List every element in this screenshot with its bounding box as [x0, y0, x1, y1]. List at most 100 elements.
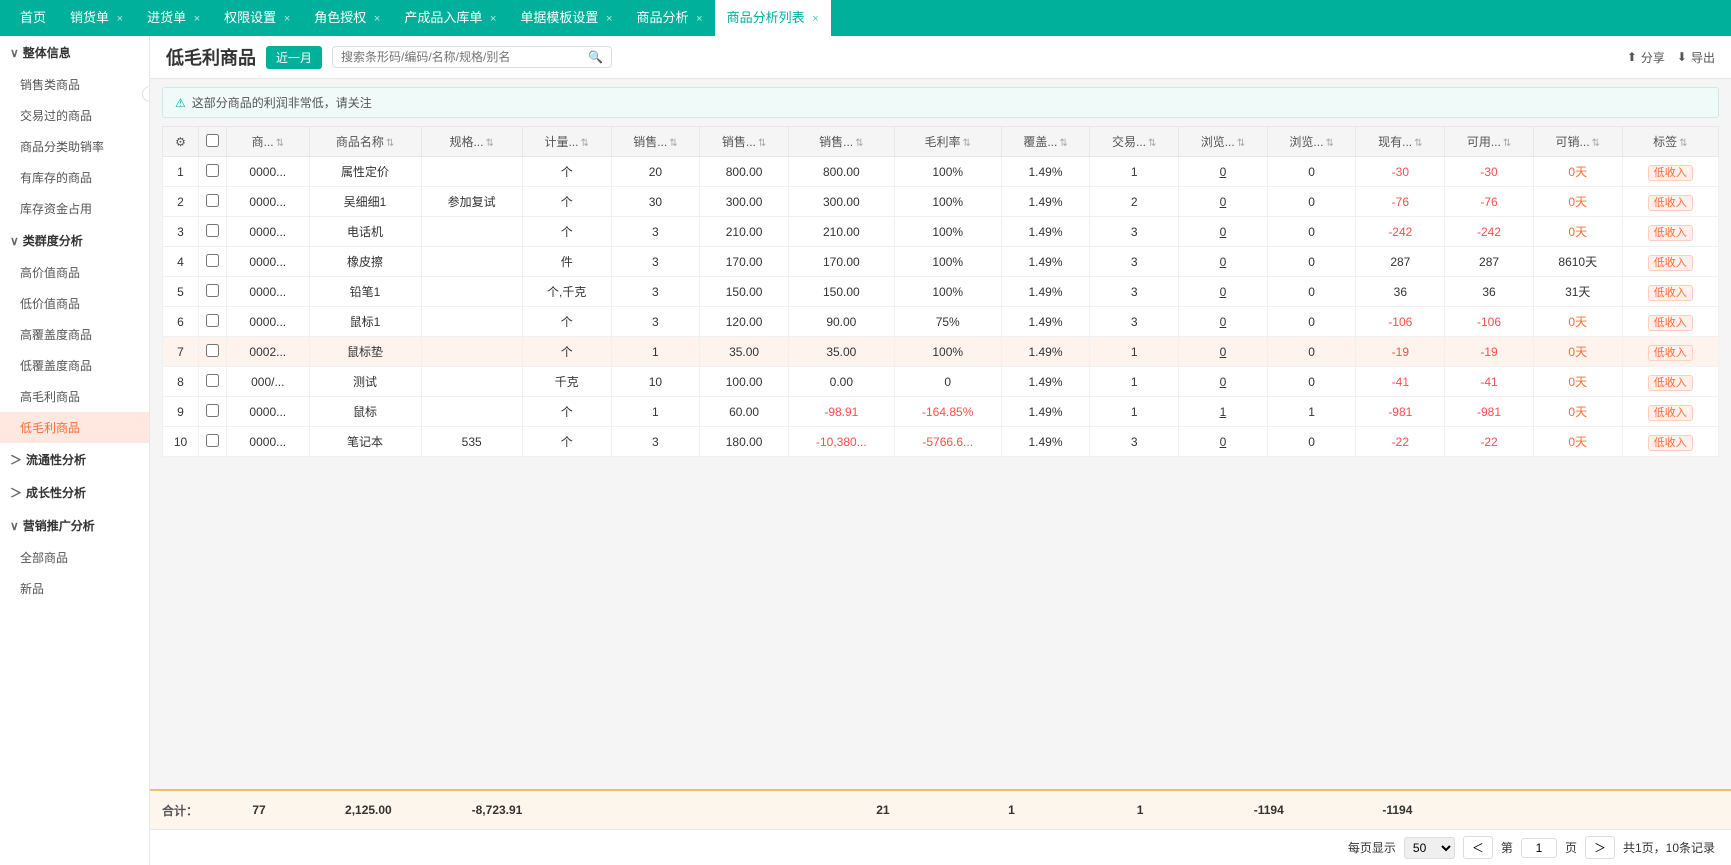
next-page-button[interactable]: ＞ [1585, 836, 1615, 859]
sidebar-item-low-coverage[interactable]: 低覆盖度商品 [0, 350, 149, 381]
row-browse1[interactable]: 0 [1179, 307, 1268, 337]
nav-product-warehouse[interactable]: 产成品入库单 × [392, 0, 508, 36]
row-check[interactable] [206, 344, 219, 357]
sidebar-item-high-coverage[interactable]: 高覆盖度商品 [0, 319, 149, 350]
row-browse1[interactable]: 0 [1179, 427, 1268, 457]
row-checkbox[interactable] [199, 307, 227, 337]
row-gross-margin: 100% [894, 187, 1001, 217]
sidebar-group-cluster[interactable]: ∨ 类群度分析 [0, 224, 149, 257]
arrow-right-icon: ＞ [10, 484, 22, 501]
row-checkbox[interactable] [199, 247, 227, 277]
select-all-checkbox[interactable] [206, 134, 219, 147]
nav-home[interactable]: 首页 [8, 0, 58, 36]
sidebar-item-sales-goods[interactable]: 销售类商品 [0, 69, 149, 100]
row-checkbox[interactable] [199, 427, 227, 457]
sidebar-item-low-value[interactable]: 低价值商品 [0, 288, 149, 319]
row-check[interactable] [206, 284, 219, 297]
row-check[interactable] [206, 224, 219, 237]
row-check[interactable] [206, 254, 219, 267]
share-button[interactable]: ⬆ 分享 [1627, 49, 1665, 66]
nav-purchase-order[interactable]: 进货单 × [135, 0, 212, 36]
row-browse1[interactable]: 0 [1179, 277, 1268, 307]
close-icon[interactable]: × [374, 13, 380, 25]
sidebar-group-flow[interactable]: ＞ 流通性分析 [0, 443, 149, 476]
row-available-stock: -106 [1445, 307, 1534, 337]
col-current-stock: 现有...⇅ [1356, 127, 1445, 157]
nav-template-settings[interactable]: 单据模板设置 × [508, 0, 624, 36]
close-icon[interactable]: × [490, 13, 496, 25]
page-input[interactable] [1521, 838, 1557, 858]
share-icon: ⬆ [1627, 50, 1637, 64]
sidebar-group-overall[interactable]: ∨ 整体信息 [0, 36, 149, 69]
close-icon[interactable]: × [812, 13, 818, 25]
row-checkbox[interactable] [199, 157, 227, 187]
row-trade-count: 1 [1090, 367, 1179, 397]
data-table: ⚙ 商...⇅ 商品名称⇅ 规格...⇅ 计量...⇅ 销售...⇅ 销售...… [162, 126, 1719, 457]
col-settings[interactable]: ⚙ [163, 127, 199, 157]
row-check[interactable] [206, 434, 219, 447]
col-checkbox[interactable] [199, 127, 227, 157]
sidebar-item-new-goods[interactable]: 新品 [0, 573, 149, 604]
row-current-stock: -41 [1356, 367, 1445, 397]
total-browse2: 1 [1076, 803, 1205, 817]
row-coverage: 1.49% [1001, 277, 1090, 307]
tag-badge: 低收入 [1648, 195, 1693, 211]
row-browse1[interactable]: 0 [1179, 217, 1268, 247]
row-check[interactable] [206, 404, 219, 417]
row-code: 0002... [227, 337, 310, 367]
row-check[interactable] [206, 314, 219, 327]
sidebar-item-low-margin[interactable]: 低毛利商品 [0, 412, 149, 443]
close-icon[interactable]: × [696, 13, 702, 25]
nav-permission-settings[interactable]: 权限设置 × [212, 0, 302, 36]
close-icon[interactable]: × [194, 13, 200, 25]
sidebar-item-category-assist[interactable]: 商品分类助销率 [0, 131, 149, 162]
row-browse1[interactable]: 0 [1179, 247, 1268, 277]
col-sellable-days: 可销...⇅ [1533, 127, 1622, 157]
row-checkbox[interactable] [199, 277, 227, 307]
filter-recent-month-button[interactable]: 近一月 [266, 46, 322, 69]
sidebar-item-all-goods[interactable]: 全部商品 [0, 542, 149, 573]
row-checkbox[interactable] [199, 337, 227, 367]
close-icon[interactable]: × [284, 13, 290, 25]
nav-goods-analysis[interactable]: 商品分析 × [624, 0, 714, 36]
row-checkbox[interactable] [199, 367, 227, 397]
row-check[interactable] [206, 164, 219, 177]
sidebar-group-marketing[interactable]: ∨ 营销推广分析 [0, 509, 149, 542]
row-browse1[interactable]: 0 [1179, 367, 1268, 397]
nav-goods-analysis-list[interactable]: 商品分析列表 × [715, 0, 831, 36]
close-icon[interactable]: × [606, 13, 612, 25]
row-available-stock: -22 [1445, 427, 1534, 457]
row-browse1[interactable]: 0 [1179, 157, 1268, 187]
nav-role-auth[interactable]: 角色授权 × [302, 0, 392, 36]
row-browse1[interactable]: 0 [1179, 187, 1268, 217]
sidebar-item-high-value[interactable]: 高价值商品 [0, 257, 149, 288]
search-input[interactable] [341, 50, 584, 64]
sidebar-item-stock-goods[interactable]: 有库存的商品 [0, 162, 149, 193]
row-browse1[interactable]: 0 [1179, 337, 1268, 367]
row-check[interactable] [206, 194, 219, 207]
row-browse1[interactable]: 1 [1179, 397, 1268, 427]
export-button[interactable]: ⬇ 导出 [1677, 49, 1715, 66]
prev-page-button[interactable]: ＜ [1463, 836, 1493, 859]
close-icon[interactable]: × [117, 13, 123, 25]
search-icon[interactable]: 🔍 [588, 50, 603, 64]
total-label: 合计： [162, 802, 198, 819]
sidebar-item-traded-goods[interactable]: 交易过的商品 [0, 100, 149, 131]
row-coverage: 1.49% [1001, 157, 1090, 187]
row-checkbox[interactable] [199, 397, 227, 427]
row-checkbox[interactable] [199, 187, 227, 217]
sidebar-item-stock-capital[interactable]: 库存资金占用 [0, 193, 149, 224]
sidebar-group-growth[interactable]: ＞ 成长性分析 [0, 476, 149, 509]
row-spec: 参加复试 [421, 187, 522, 217]
settings-icon[interactable]: ⚙ [175, 135, 186, 149]
per-page-select[interactable]: 50 100 200 [1404, 837, 1455, 859]
nav-sales-order[interactable]: 销货单 × [58, 0, 135, 36]
row-checkbox[interactable] [199, 217, 227, 247]
row-available-stock: -76 [1445, 187, 1534, 217]
sidebar-item-high-margin[interactable]: 高毛利商品 [0, 381, 149, 412]
notice-icon: ⚠ [175, 96, 186, 110]
row-sellable-days: 0天 [1533, 397, 1622, 427]
row-num: 5 [163, 277, 199, 307]
total-cells: 77 2,125.00 -8,723.91 21 1 1 -1194 -1194 [214, 803, 1719, 817]
row-check[interactable] [206, 374, 219, 387]
